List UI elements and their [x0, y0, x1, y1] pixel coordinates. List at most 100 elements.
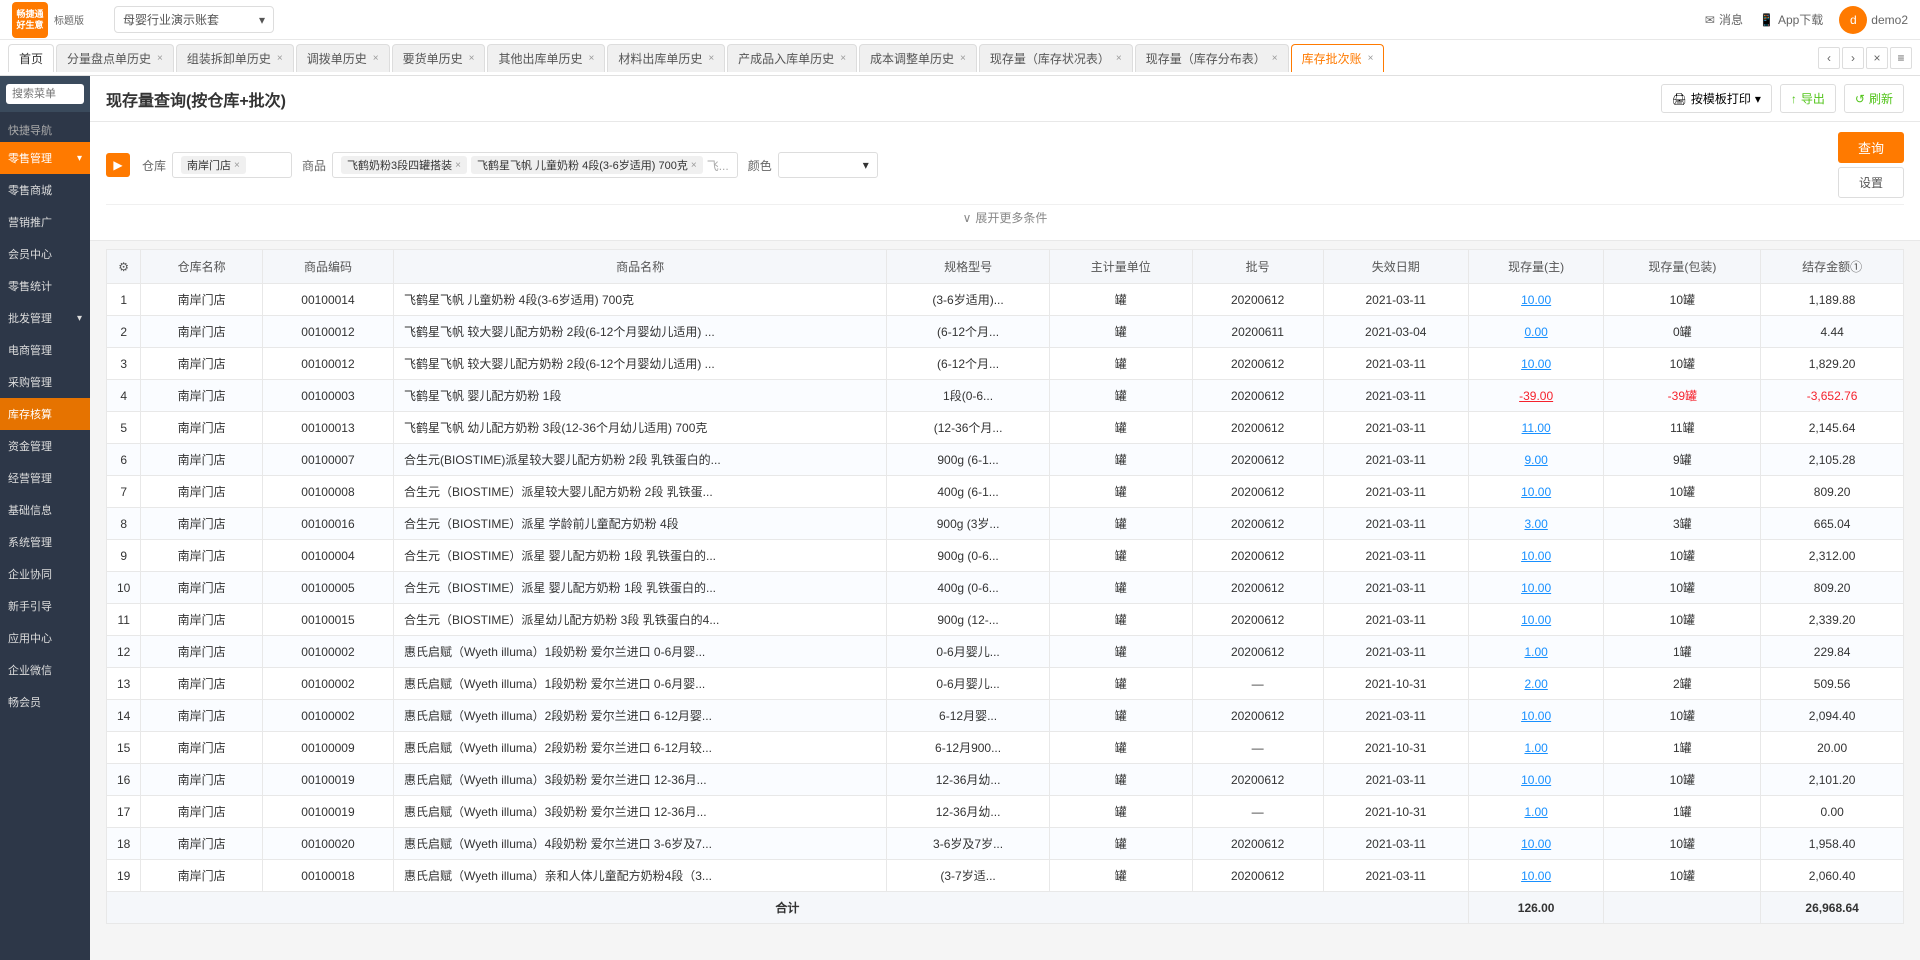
table-row: 1 南岸门店 00100014 飞鹤星飞帆 儿童奶粉 4段(3-6岁适用) 70…: [107, 284, 1904, 316]
tab-other-out[interactable]: 其他出库单历史 ×: [487, 44, 605, 72]
warehouse-filter: 仓库 南岸门店 ×: [142, 152, 292, 178]
row-qty-main[interactable]: 10.00: [1468, 700, 1604, 732]
tab-material-out[interactable]: 材料出库单历史 ×: [607, 44, 725, 72]
template-print-button[interactable]: 🖨 按模板打印 ▾: [1661, 84, 1772, 113]
row-qty-main[interactable]: 10.00: [1468, 604, 1604, 636]
tab-close-icon[interactable]: ×: [840, 53, 846, 64]
sidebar-item-retail-mgmt[interactable]: 零售管理 ▾: [0, 142, 90, 174]
row-qty-pack: 10罐: [1604, 540, 1761, 572]
sidebar-item-guide[interactable]: 新手引导: [0, 590, 90, 622]
top-bar: 畅捷通好生意 标题版 母婴行业演示账套 ▾ ✉ 消息 📱 App下载 d dem…: [0, 0, 1920, 40]
row-qty-main[interactable]: 3.00: [1468, 508, 1604, 540]
tab-close-icon[interactable]: ×: [588, 53, 594, 64]
row-index: 15: [107, 732, 141, 764]
row-code: 00100020: [262, 828, 393, 860]
sidebar-item-finance[interactable]: 资金管理: [0, 430, 90, 462]
tab-close-icon[interactable]: ×: [1272, 53, 1278, 64]
tab-next-button[interactable]: ›: [1842, 47, 1864, 69]
sidebar-item-retail-mall[interactable]: 零售商城: [0, 174, 90, 206]
row-warehouse: 南岸门店: [141, 668, 263, 700]
row-qty-main[interactable]: 10.00: [1468, 284, 1604, 316]
row-index: 1: [107, 284, 141, 316]
row-qty-main[interactable]: 10.00: [1468, 828, 1604, 860]
product-input[interactable]: 飞鹤奶粉3段四罐搭装 × 飞鹤星飞帆 儿童奶粉 4段(3-6岁适用) 700克 …: [332, 152, 738, 178]
tab-inventory-batch[interactable]: 库存批次账 ×: [1291, 44, 1385, 72]
sidebar-item-members[interactable]: 畅会员: [0, 686, 90, 718]
row-qty-main[interactable]: 10.00: [1468, 572, 1604, 604]
tab-bar: 首页 分量盘点单历史 × 组装拆卸单历史 × 调拨单历史 × 要货单历史 × 其…: [0, 40, 1920, 76]
row-name: 合生元（BIOSTIME）派星幼儿配方奶粉 3段 乳铁蛋白的4...: [393, 604, 886, 636]
sidebar-item-wholesale-mgmt[interactable]: 批发管理 ▾: [0, 302, 90, 334]
tab-menu-button[interactable]: ≡: [1890, 47, 1912, 69]
search-input[interactable]: [6, 84, 84, 104]
settings-button[interactable]: 设置: [1838, 167, 1904, 198]
sidebar-item-wechat[interactable]: 企业微信: [0, 654, 90, 686]
row-qty-main[interactable]: -39.00: [1468, 380, 1604, 412]
tab-home[interactable]: 首页: [8, 44, 54, 72]
sidebar-item-sys-mgmt[interactable]: 系统管理: [0, 526, 90, 558]
tab-inventory-status[interactable]: 现存量（库存状况表） ×: [979, 44, 1133, 72]
tab-close-icon[interactable]: ×: [708, 53, 714, 64]
sidebar-item-ecommerce[interactable]: 电商管理: [0, 334, 90, 366]
sidebar-item-operations[interactable]: 经营管理: [0, 462, 90, 494]
color-select[interactable]: ▾: [778, 152, 878, 178]
row-qty-main[interactable]: 9.00: [1468, 444, 1604, 476]
message-button[interactable]: ✉ 消息: [1705, 11, 1743, 28]
row-amount: 809.20: [1761, 572, 1904, 604]
account-dropdown[interactable]: 母婴行业演示账套 ▾: [114, 6, 274, 33]
tab-close-icon[interactable]: ×: [1116, 53, 1122, 64]
tab-fenpan[interactable]: 分量盘点单历史 ×: [56, 44, 174, 72]
refresh-button[interactable]: ↺ 刷新: [1844, 84, 1904, 113]
tab-zuhe[interactable]: 组装拆卸单历史 ×: [176, 44, 294, 72]
row-qty-main[interactable]: 1.00: [1468, 732, 1604, 764]
color-label: 颜色: [748, 157, 772, 174]
query-button[interactable]: 查询: [1838, 132, 1904, 163]
sidebar-item-basic-info[interactable]: 基础信息: [0, 494, 90, 526]
remove-product-tag-1[interactable]: ×: [455, 160, 461, 171]
sidebar-item-marketing[interactable]: 营销推广: [0, 206, 90, 238]
remove-warehouse-tag[interactable]: ×: [234, 160, 240, 171]
row-qty-main[interactable]: 10.00: [1468, 540, 1604, 572]
warehouse-input[interactable]: 南岸门店 ×: [172, 152, 292, 178]
tab-diaob[interactable]: 调拨单历史 ×: [296, 44, 390, 72]
col-unit: 主计量单位: [1049, 250, 1192, 284]
tab-inventory-dist[interactable]: 现存量（库存分布表） ×: [1135, 44, 1289, 72]
row-amount: 1,958.40: [1761, 828, 1904, 860]
row-qty-main[interactable]: 10.00: [1468, 348, 1604, 380]
sidebar-item-enterprise[interactable]: 企业协同: [0, 558, 90, 590]
sidebar-item-purchase-mgmt[interactable]: 采购管理: [0, 366, 90, 398]
sidebar-item-quick-nav[interactable]: 快捷导航: [0, 118, 90, 142]
expand-more-button[interactable]: ∨ 展开更多条件: [106, 204, 1904, 230]
tab-close-icon[interactable]: ×: [157, 53, 163, 64]
tab-prev-button[interactable]: ‹: [1818, 47, 1840, 69]
row-qty-main[interactable]: 2.00: [1468, 668, 1604, 700]
sidebar-item-retail-stats[interactable]: 零售统计: [0, 270, 90, 302]
user-profile[interactable]: d demo2: [1839, 6, 1908, 34]
row-qty-main[interactable]: 1.00: [1468, 636, 1604, 668]
product-tag-2: 飞鹤星飞帆 儿童奶粉 4段(3-6岁适用) 700克 ×: [471, 156, 703, 174]
app-download-button[interactable]: 📱 App下载: [1759, 11, 1823, 28]
row-qty-main[interactable]: 10.00: [1468, 764, 1604, 796]
sidebar-item-app-center[interactable]: 应用中心: [0, 622, 90, 654]
row-amount: 509.56: [1761, 668, 1904, 700]
row-expire: 2021-03-11: [1323, 700, 1468, 732]
tab-close-current-button[interactable]: ×: [1866, 47, 1888, 69]
tab-product-in[interactable]: 产成品入库单历史 ×: [727, 44, 857, 72]
remove-product-tag-2[interactable]: ×: [691, 160, 697, 171]
sidebar-item-inventory[interactable]: 库存核算: [0, 398, 90, 430]
tab-close-icon[interactable]: ×: [469, 53, 475, 64]
tab-close-icon[interactable]: ×: [960, 53, 966, 64]
row-qty-main[interactable]: 10.00: [1468, 476, 1604, 508]
sidebar-item-member-center[interactable]: 会员中心: [0, 238, 90, 270]
tab-cost-adjust[interactable]: 成本调整单历史 ×: [859, 44, 977, 72]
row-qty-main[interactable]: 0.00: [1468, 316, 1604, 348]
tab-yaohuo[interactable]: 要货单历史 ×: [392, 44, 486, 72]
expand-arrow-button[interactable]: ▶: [106, 153, 130, 177]
tab-close-icon[interactable]: ×: [373, 53, 379, 64]
row-qty-main[interactable]: 11.00: [1468, 412, 1604, 444]
tab-close-icon[interactable]: ×: [1368, 53, 1374, 64]
row-qty-main[interactable]: 1.00: [1468, 796, 1604, 828]
tab-close-icon[interactable]: ×: [277, 53, 283, 64]
export-button[interactable]: ↑ 导出: [1780, 84, 1836, 113]
row-qty-main[interactable]: 10.00: [1468, 860, 1604, 892]
